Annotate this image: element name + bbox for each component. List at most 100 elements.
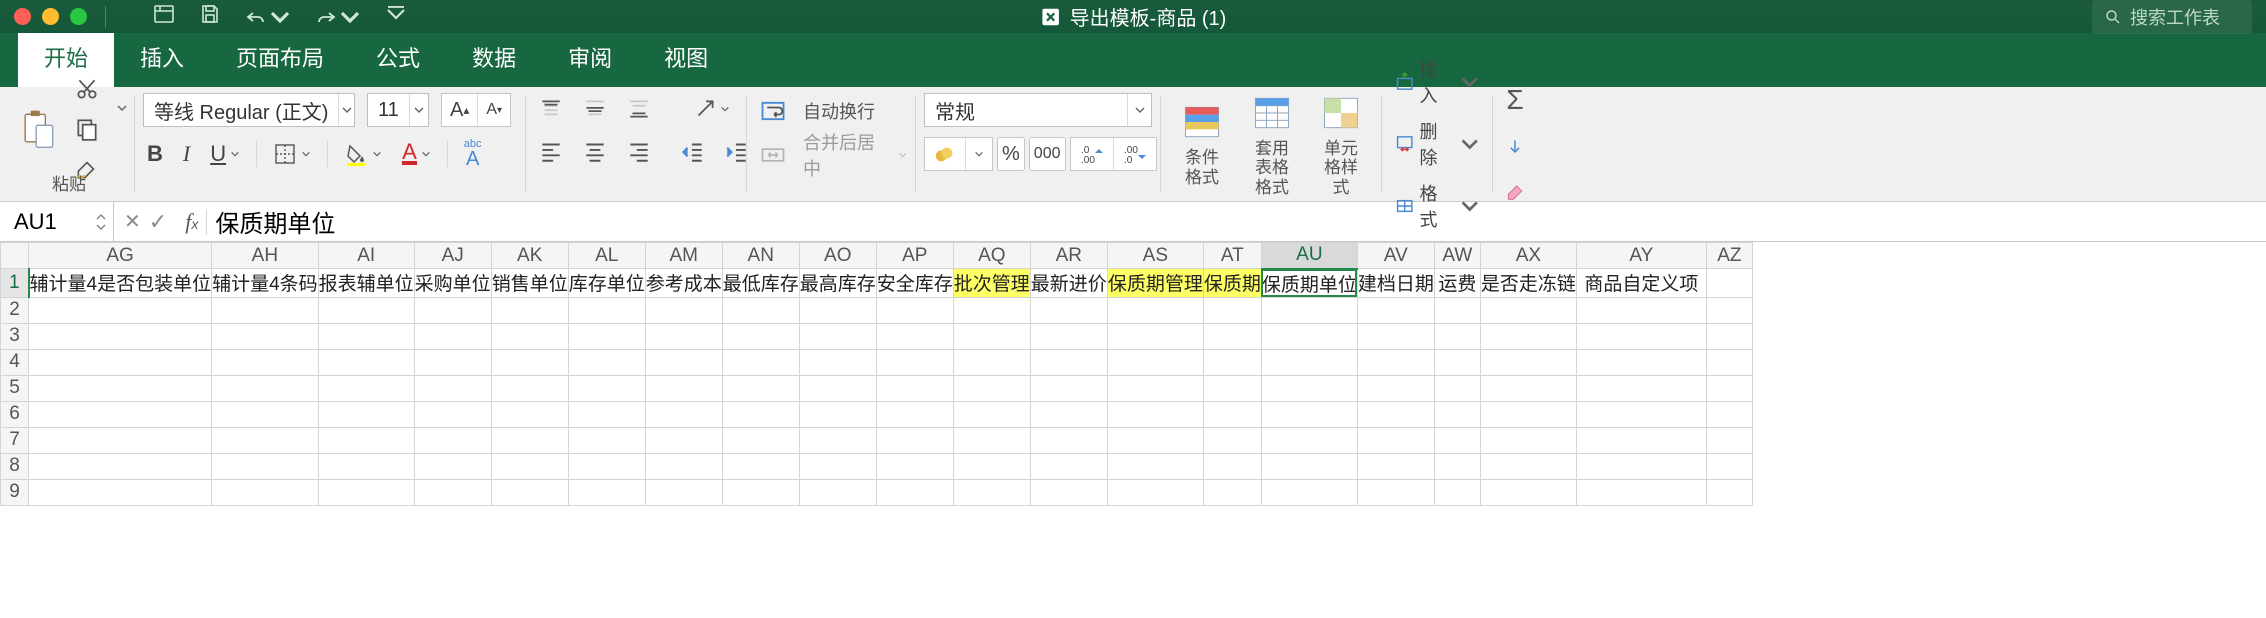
- clear-button[interactable]: [1501, 175, 1529, 207]
- cell-AJ2[interactable]: [414, 297, 491, 323]
- fx-icon[interactable]: fx: [177, 209, 206, 235]
- cell-AX1[interactable]: 是否走冻链: [1480, 269, 1576, 298]
- col-header-AQ[interactable]: AQ: [953, 243, 1030, 269]
- formula-input[interactable]: [207, 208, 2266, 236]
- merge-center-button[interactable]: [755, 138, 791, 172]
- cell-AQ5[interactable]: [953, 375, 1030, 401]
- cell-AV5[interactable]: [1357, 375, 1434, 401]
- col-header-AL[interactable]: AL: [568, 243, 645, 269]
- cell-AZ3[interactable]: [1706, 323, 1752, 349]
- cell-AL9[interactable]: [568, 479, 645, 505]
- cell-AI3[interactable]: [318, 323, 414, 349]
- cell-AG2[interactable]: [29, 297, 212, 323]
- tab-5[interactable]: 审阅: [542, 29, 638, 87]
- col-header-AZ[interactable]: AZ: [1706, 243, 1752, 269]
- tab-3[interactable]: 公式: [350, 29, 446, 87]
- col-header-AV[interactable]: AV: [1357, 243, 1434, 269]
- number-format-combo[interactable]: 常规: [924, 93, 1152, 127]
- cell-AJ5[interactable]: [414, 375, 491, 401]
- cell-AV9[interactable]: [1357, 479, 1434, 505]
- bold-button[interactable]: B: [143, 138, 167, 170]
- cell-AR1[interactable]: 最新进价: [1030, 269, 1107, 298]
- col-header-AI[interactable]: AI: [318, 243, 414, 269]
- cell-AV4[interactable]: [1357, 349, 1434, 375]
- cell-AZ4[interactable]: [1706, 349, 1752, 375]
- cell-AU2[interactable]: [1261, 297, 1357, 323]
- col-header-AP[interactable]: AP: [876, 243, 953, 269]
- row-header-5[interactable]: 5: [1, 375, 29, 401]
- wrap-text-button[interactable]: [755, 94, 791, 128]
- cell-AJ6[interactable]: [414, 401, 491, 427]
- cell-AK7[interactable]: [491, 427, 568, 453]
- cell-AX6[interactable]: [1480, 401, 1576, 427]
- cell-AS3[interactable]: [1107, 323, 1203, 349]
- col-header-AG[interactable]: AG: [29, 243, 212, 269]
- namebox-up[interactable]: [95, 213, 107, 221]
- cell-AU1[interactable]: 保质期单位: [1261, 269, 1357, 298]
- insert-cells-button[interactable]: 插入: [1390, 54, 1484, 110]
- cell-AG4[interactable]: [29, 349, 212, 375]
- cell-AP8[interactable]: [876, 453, 953, 479]
- cell-AW6[interactable]: [1434, 401, 1480, 427]
- align-right-button[interactable]: [622, 135, 656, 167]
- cell-AZ9[interactable]: [1706, 479, 1752, 505]
- cell-AK8[interactable]: [491, 453, 568, 479]
- fill-color-button[interactable]: [340, 139, 386, 169]
- cell-AO5[interactable]: [799, 375, 876, 401]
- cell-AM4[interactable]: [645, 349, 722, 375]
- number-format-dropdown[interactable]: [1127, 94, 1151, 126]
- cell-AX8[interactable]: [1480, 453, 1576, 479]
- cell-AQ6[interactable]: [953, 401, 1030, 427]
- cell-AW8[interactable]: [1434, 453, 1480, 479]
- cell-AT6[interactable]: [1203, 401, 1261, 427]
- cell-AI7[interactable]: [318, 427, 414, 453]
- cell-AP1[interactable]: 安全库存: [876, 269, 953, 298]
- cell-AN7[interactable]: [722, 427, 799, 453]
- decrease-font-button[interactable]: A▾: [477, 94, 510, 126]
- cell-AK1[interactable]: 销售单位: [491, 269, 568, 298]
- paste-dropdown[interactable]: [112, 99, 132, 117]
- cell-AS1[interactable]: 保质期管理: [1107, 269, 1203, 298]
- cell-AS9[interactable]: [1107, 479, 1203, 505]
- cell-AS8[interactable]: [1107, 453, 1203, 479]
- cell-AQ9[interactable]: [953, 479, 1030, 505]
- phonetic-guide-button[interactable]: abcA: [460, 137, 486, 171]
- minimize-window-button[interactable]: [42, 8, 59, 25]
- cell-AT5[interactable]: [1203, 375, 1261, 401]
- conditional-format-button[interactable]: 条件格式: [1169, 96, 1235, 191]
- cell-AN2[interactable]: [722, 297, 799, 323]
- cell-AY2[interactable]: [1576, 297, 1706, 323]
- increase-font-button[interactable]: A▴: [442, 94, 477, 126]
- cell-AO1[interactable]: 最高库存: [799, 269, 876, 298]
- cell-AV3[interactable]: [1357, 323, 1434, 349]
- cell-AJ8[interactable]: [414, 453, 491, 479]
- tab-4[interactable]: 数据: [446, 29, 542, 87]
- sheet-search[interactable]: 搜索工作表: [2092, 0, 2252, 34]
- cell-AQ1[interactable]: 批次管理: [953, 269, 1030, 298]
- cell-AK3[interactable]: [491, 323, 568, 349]
- cell-AH8[interactable]: [212, 453, 319, 479]
- cell-AK6[interactable]: [491, 401, 568, 427]
- cell-AS4[interactable]: [1107, 349, 1203, 375]
- close-window-button[interactable]: [14, 8, 31, 25]
- cell-AH3[interactable]: [212, 323, 319, 349]
- cell-AG6[interactable]: [29, 401, 212, 427]
- font-name-combo[interactable]: 等线 Regular (正文): [143, 93, 355, 127]
- cell-AL8[interactable]: [568, 453, 645, 479]
- cell-AU3[interactable]: [1261, 323, 1357, 349]
- align-bottom-button[interactable]: [622, 93, 656, 125]
- cell-AT2[interactable]: [1203, 297, 1261, 323]
- cell-AW2[interactable]: [1434, 297, 1480, 323]
- row-header-2[interactable]: 2: [1, 297, 29, 323]
- name-box[interactable]: AU1: [0, 202, 114, 241]
- cell-AJ7[interactable]: [414, 427, 491, 453]
- cell-AT1[interactable]: 保质期: [1203, 269, 1261, 298]
- cell-AL1[interactable]: 库存单位: [568, 269, 645, 298]
- cell-AU5[interactable]: [1261, 375, 1357, 401]
- col-header-AK[interactable]: AK: [491, 243, 568, 269]
- cell-AR7[interactable]: [1030, 427, 1107, 453]
- copy-button[interactable]: [70, 113, 104, 145]
- col-header-AR[interactable]: AR: [1030, 243, 1107, 269]
- cell-AR5[interactable]: [1030, 375, 1107, 401]
- cell-AR4[interactable]: [1030, 349, 1107, 375]
